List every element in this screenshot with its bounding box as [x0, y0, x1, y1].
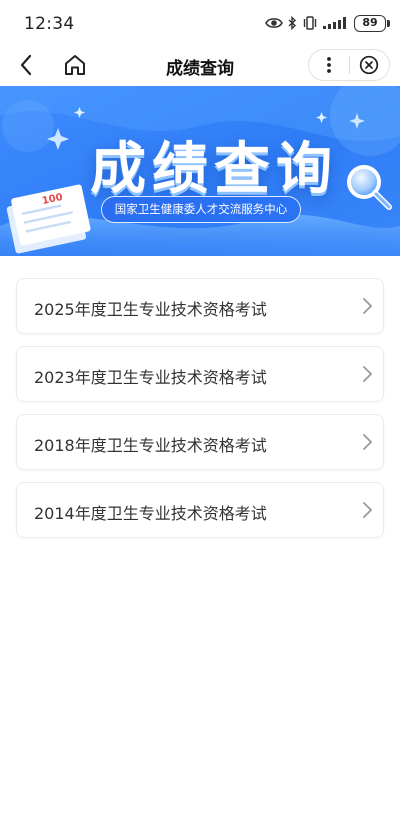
banner-title: 成绩查询 — [90, 137, 338, 202]
banner: 100 成绩查询 国家卫生健康委人才交流服务中心 — [0, 86, 400, 256]
mini-program-capsule — [308, 49, 390, 81]
signal-icon — [323, 17, 346, 29]
more-icon — [326, 57, 331, 73]
close-button[interactable] — [349, 50, 389, 80]
chevron-right-icon — [363, 502, 372, 518]
banner-subtitle: 国家卫生健康委人才交流服务中心 — [101, 196, 301, 223]
status-bar: 12:34 89 — [0, 0, 400, 44]
list-item-label: 2018年度卫生专业技术资格考试 — [34, 436, 267, 455]
nav-bar: 成绩查询 — [0, 44, 400, 86]
vibrate-icon — [303, 16, 317, 30]
list-item[interactable]: 2023年度卫生专业技术资格考试 — [16, 346, 384, 402]
close-circle-icon — [360, 55, 379, 75]
list-item[interactable]: 2025年度卫生专业技术资格考试 — [16, 278, 384, 334]
chevron-right-icon — [363, 366, 372, 382]
chevron-right-icon — [363, 434, 372, 450]
list-item[interactable]: 2014年度卫生专业技术资格考试 — [16, 482, 384, 538]
eye-icon — [265, 18, 283, 28]
list-item-label: 2025年度卫生专业技术资格考试 — [34, 300, 267, 319]
battery-icon: 89 — [354, 14, 390, 32]
list-item[interactable]: 2018年度卫生专业技术资格考试 — [16, 414, 384, 470]
status-time: 12:34 — [24, 14, 75, 34]
exam-list: 2025年度卫生专业技术资格考试 2023年度卫生专业技术资格考试 2018年度… — [16, 278, 384, 550]
list-item-label: 2023年度卫生专业技术资格考试 — [34, 368, 267, 387]
bluetooth-icon — [288, 16, 297, 30]
more-button[interactable] — [309, 50, 349, 80]
status-icons: 89 — [265, 13, 390, 33]
list-item-label: 2014年度卫生专业技术资格考试 — [34, 504, 267, 523]
chevron-right-icon — [363, 298, 372, 314]
